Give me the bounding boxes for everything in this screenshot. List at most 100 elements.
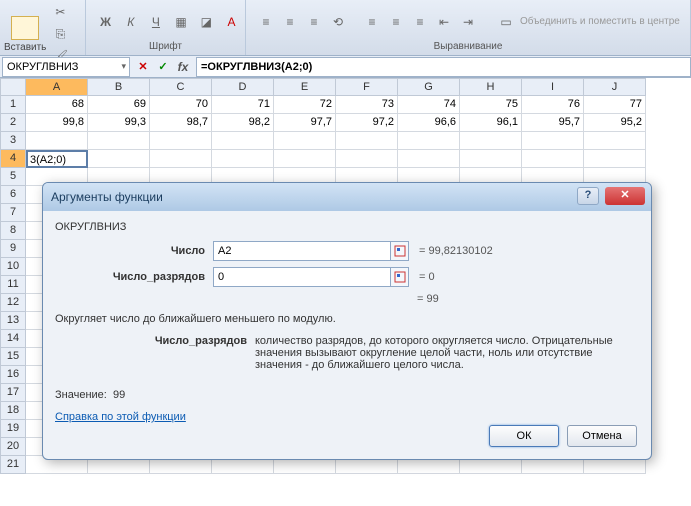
cell[interactable]: 72	[274, 96, 336, 114]
cell[interactable]	[274, 150, 336, 168]
row-header[interactable]: 21	[0, 456, 26, 474]
col-header[interactable]: E	[274, 78, 336, 96]
range-picker-icon[interactable]	[391, 267, 409, 287]
row-header[interactable]: 9	[0, 240, 26, 258]
cell[interactable]: 71	[212, 96, 274, 114]
formula-input[interactable]: =ОКРУГЛВНИЗ(A2;0)	[196, 57, 691, 77]
cell[interactable]	[584, 132, 646, 150]
row-header[interactable]: 2	[0, 114, 26, 132]
ok-button[interactable]: ОК	[489, 425, 559, 447]
select-all-corner[interactable]	[0, 78, 26, 96]
row-header[interactable]: 4	[0, 150, 26, 168]
range-picker-icon[interactable]	[391, 241, 409, 261]
align-bot-icon[interactable]: ≡	[304, 12, 324, 32]
cell[interactable]	[150, 132, 212, 150]
active-cell[interactable]: 3(A2;0)	[26, 150, 88, 168]
cell[interactable]: 75	[460, 96, 522, 114]
row-header[interactable]: 20	[0, 438, 26, 456]
cell[interactable]: 77	[584, 96, 646, 114]
dialog-titlebar[interactable]: Аргументы функции ? ✕	[43, 183, 651, 211]
arg1-input[interactable]	[213, 241, 391, 261]
row-header[interactable]: 18	[0, 402, 26, 420]
cell[interactable]: 76	[522, 96, 584, 114]
border-icon[interactable]: ▦	[172, 12, 191, 32]
col-header[interactable]: B	[88, 78, 150, 96]
cell[interactable]: 69	[88, 96, 150, 114]
align-right-icon[interactable]: ≡	[410, 12, 430, 32]
name-box[interactable]: ОКРУГЛВНИЗ	[2, 57, 130, 77]
col-header[interactable]: C	[150, 78, 212, 96]
row-header[interactable]: 7	[0, 204, 26, 222]
row-header[interactable]: 8	[0, 222, 26, 240]
cell[interactable]: 73	[336, 96, 398, 114]
align-center-icon[interactable]: ≡	[386, 12, 406, 32]
row-header[interactable]: 13	[0, 312, 26, 330]
cell[interactable]	[460, 132, 522, 150]
fill-color-icon[interactable]: ◪	[197, 12, 216, 32]
col-header[interactable]: F	[336, 78, 398, 96]
align-top-icon[interactable]: ≡	[256, 12, 276, 32]
cell[interactable]	[88, 132, 150, 150]
confirm-icon[interactable]: ✓	[154, 58, 172, 76]
cell[interactable]	[522, 150, 584, 168]
arg2-input[interactable]	[213, 267, 391, 287]
cell[interactable]: 99,8	[26, 114, 88, 132]
fx-icon[interactable]: fx	[174, 58, 192, 76]
cell[interactable]	[26, 132, 88, 150]
cut-icon[interactable]: ✂	[50, 2, 70, 22]
align-mid-icon[interactable]: ≡	[280, 12, 300, 32]
bold-icon[interactable]: Ж	[96, 12, 115, 32]
row-header[interactable]: 14	[0, 330, 26, 348]
close-icon[interactable]: ✕	[605, 187, 645, 205]
col-header[interactable]: G	[398, 78, 460, 96]
cell[interactable]	[88, 150, 150, 168]
copy-icon[interactable]: ⎘	[50, 24, 70, 44]
font-color-icon[interactable]: A	[222, 12, 241, 32]
align-left-icon[interactable]: ≡	[362, 12, 382, 32]
indent-dec-icon[interactable]: ⇤	[434, 12, 454, 32]
cancel-icon[interactable]: ✕	[134, 58, 152, 76]
underline-icon[interactable]: Ч	[146, 12, 165, 32]
cell[interactable]	[398, 132, 460, 150]
col-header[interactable]: D	[212, 78, 274, 96]
cell[interactable]	[336, 150, 398, 168]
cell[interactable]	[212, 150, 274, 168]
row-header[interactable]: 12	[0, 294, 26, 312]
cell[interactable]	[212, 132, 274, 150]
merge-icon[interactable]: ▭	[496, 12, 516, 32]
help-link[interactable]: Справка по этой функции	[55, 411, 186, 423]
row-header[interactable]: 19	[0, 420, 26, 438]
row-header[interactable]: 16	[0, 366, 26, 384]
row-header[interactable]: 15	[0, 348, 26, 366]
row-header[interactable]: 5	[0, 168, 26, 186]
cell[interactable]: 96,1	[460, 114, 522, 132]
cell[interactable]: 70	[150, 96, 212, 114]
cell[interactable]: 68	[26, 96, 88, 114]
row-header[interactable]: 6	[0, 186, 26, 204]
cell[interactable]	[274, 132, 336, 150]
help-icon[interactable]: ?	[577, 187, 599, 205]
cell[interactable]: 97,7	[274, 114, 336, 132]
col-header[interactable]: A	[26, 78, 88, 96]
row-header[interactable]: 11	[0, 276, 26, 294]
cell[interactable]: 95,2	[584, 114, 646, 132]
cell[interactable]	[336, 132, 398, 150]
cancel-button[interactable]: Отмена	[567, 425, 637, 447]
row-header[interactable]: 1	[0, 96, 26, 114]
row-header[interactable]: 10	[0, 258, 26, 276]
cell[interactable]	[150, 150, 212, 168]
col-header[interactable]: I	[522, 78, 584, 96]
cell[interactable]	[460, 150, 522, 168]
row-header[interactable]: 3	[0, 132, 26, 150]
italic-icon[interactable]: К	[121, 12, 140, 32]
cell[interactable]	[522, 132, 584, 150]
cell[interactable]: 99,3	[88, 114, 150, 132]
col-header[interactable]: J	[584, 78, 646, 96]
cell[interactable]: 96,6	[398, 114, 460, 132]
cell[interactable]: 74	[398, 96, 460, 114]
cell[interactable]: 95,7	[522, 114, 584, 132]
cell[interactable]	[584, 150, 646, 168]
cell[interactable]: 97,2	[336, 114, 398, 132]
col-header[interactable]: H	[460, 78, 522, 96]
paste-button[interactable]: Вставить	[4, 16, 46, 53]
